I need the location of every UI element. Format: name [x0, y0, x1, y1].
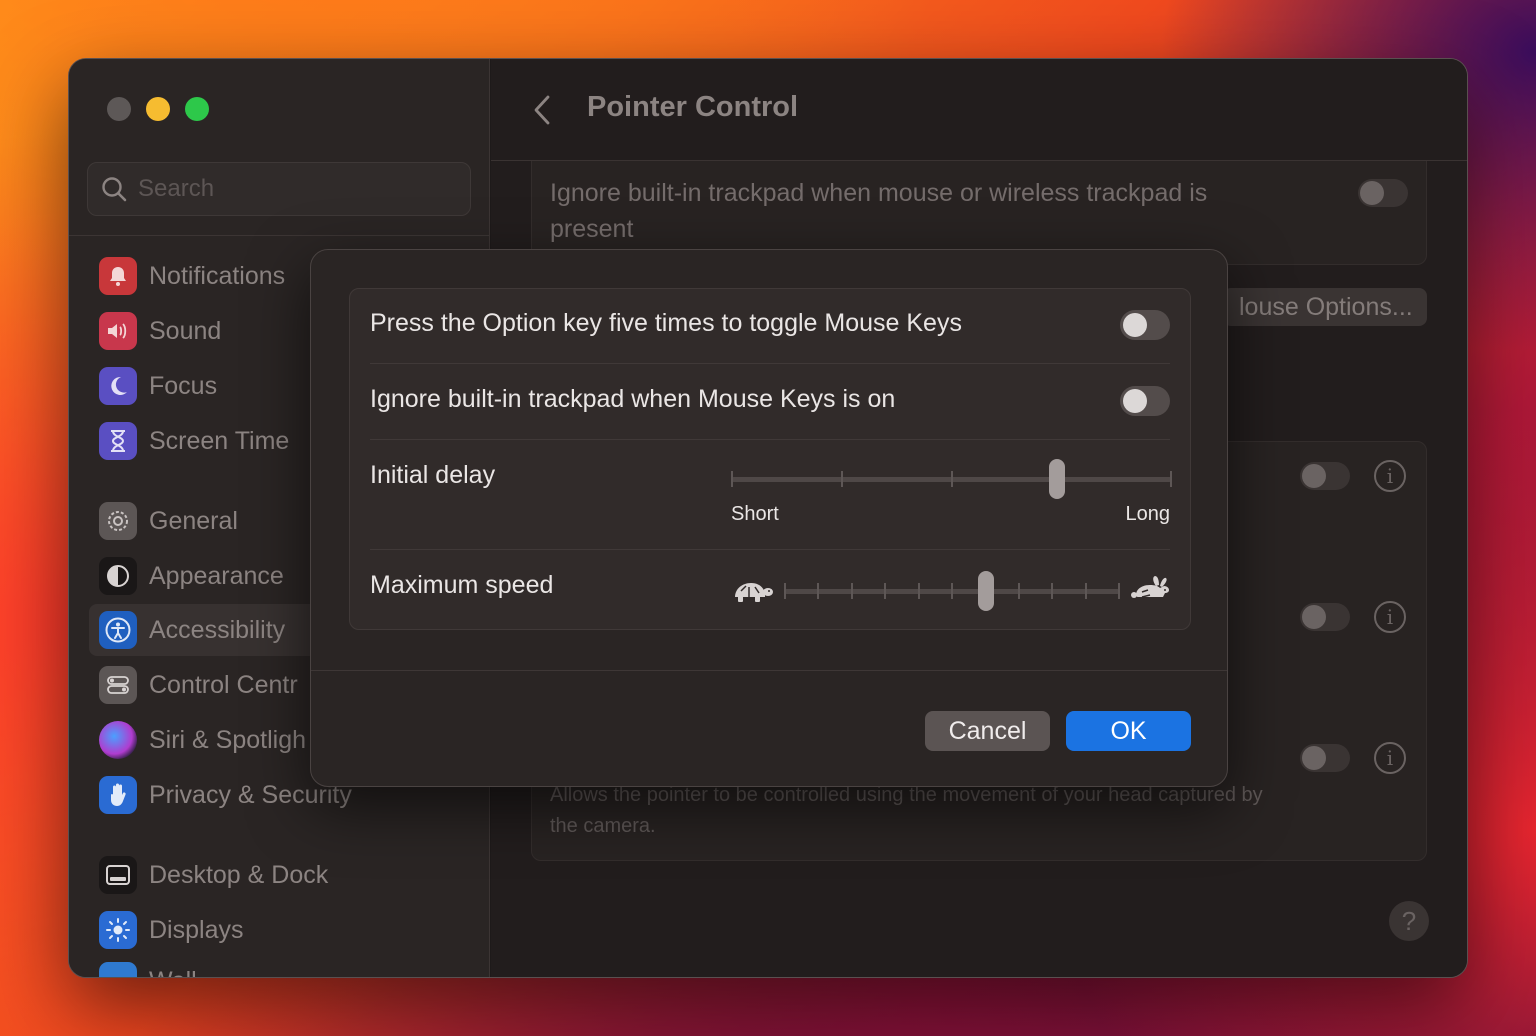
option-toggle-2[interactable] [1300, 603, 1350, 631]
max-speed-label: Maximum speed [370, 571, 554, 599]
sidebar-item-label: Control Centr [149, 670, 298, 699]
slider-tick [951, 583, 953, 599]
gear-icon [99, 502, 137, 540]
sidebar-item-label: Appearance [149, 561, 284, 590]
delay-long-label: Long [1125, 503, 1171, 525]
sidebar-item-label: Notifications [149, 261, 286, 290]
sidebar-item-label: Desktop & Dock [149, 860, 329, 889]
slider-tick [917, 583, 920, 599]
delay-short-label: Short [731, 503, 779, 525]
hand-icon [99, 776, 137, 814]
slider-tick [817, 583, 820, 599]
slider-tick [1084, 583, 1087, 599]
search-box[interactable] [87, 162, 471, 216]
appearance-icon [99, 557, 137, 595]
siri-icon [99, 721, 137, 759]
turtle-icon [735, 583, 773, 602]
sidebar-item-label: Wall [149, 967, 197, 978]
mouse-options-label: louse Options... [1239, 292, 1413, 321]
help-label: ? [1401, 905, 1417, 936]
sidebar-item-label: Siri & Spotligh [149, 725, 307, 754]
initial-delay-label: Initial delay [370, 461, 496, 489]
slider-tick [784, 583, 786, 599]
info-icon[interactable]: i [1374, 601, 1406, 633]
sidebar-divider [69, 235, 490, 236]
traffic-lights [107, 97, 209, 121]
ignore-trackpad-row: Ignore built-in trackpad when Mouse Keys… [370, 385, 1170, 421]
chevron-left-icon[interactable] [531, 93, 553, 127]
sidebar-item-label: General [149, 506, 238, 535]
search-input[interactable] [138, 175, 458, 203]
options-card: Press the Option key five times to toggl… [349, 288, 1191, 630]
row-divider [370, 363, 1170, 364]
option-toggle-1[interactable] [1300, 462, 1350, 490]
page-title: Pointer Control [587, 91, 799, 123]
slider-tick [1051, 583, 1054, 599]
sidebar-item-desktop-dock[interactable]: Desktop & Dock [89, 849, 459, 901]
max-speed-row: Maximum speed [370, 549, 1170, 631]
cancel-button[interactable]: Cancel [925, 711, 1050, 751]
moon-icon [99, 367, 137, 405]
slider-tick [884, 583, 887, 599]
option-key-row: Press the Option key five times to toggl… [370, 309, 1170, 345]
sidebar-item-label: Focus [149, 371, 218, 400]
slider-tick [1170, 471, 1172, 487]
sidebar-item-wallpaper[interactable]: Wall [89, 955, 459, 978]
initial-delay-row: Initial delay Short Long [370, 439, 1172, 549]
slider-thumb[interactable] [977, 571, 994, 611]
sidebar-item-label: Sound [149, 316, 222, 345]
info-icon[interactable]: i [1374, 742, 1406, 774]
rabbit-icon [1131, 576, 1169, 598]
initial-delay-slider[interactable] [731, 459, 1172, 499]
sidebar-item-label: Screen Time [149, 426, 290, 455]
toggles-icon [99, 666, 137, 704]
sun-icon [99, 911, 137, 949]
zoom-button[interactable] [185, 97, 209, 121]
ignore-trackpad-keys-toggle[interactable] [1120, 386, 1170, 416]
info-icon[interactable]: i [1374, 460, 1406, 492]
ok-button[interactable]: OK [1066, 711, 1191, 751]
accessibility-icon [99, 611, 137, 649]
sheet-divider [311, 670, 1227, 671]
ignore-trackpad-toggle[interactable] [1358, 179, 1408, 207]
mouse-options-button[interactable]: louse Options... [1223, 288, 1427, 326]
ignore-trackpad-keys-label: Ignore built-in trackpad when Mouse Keys… [370, 385, 896, 413]
wallpaper-icon [99, 962, 137, 977]
bell-icon [99, 257, 137, 295]
main-header: Pointer Control [491, 59, 1467, 161]
head-pointer-description: Allows the pointer to be controlled usin… [550, 784, 1263, 837]
search-icon [102, 177, 127, 202]
sidebar-item-displays[interactable]: Displays [89, 904, 459, 956]
ignore-trackpad-label: Ignore built-in trackpad when mouse or w… [550, 179, 1208, 243]
dock-icon [99, 856, 137, 894]
slider-tick [950, 471, 953, 487]
option-key-label: Press the Option key five times to toggl… [370, 309, 962, 337]
sidebar-item-label: Accessibility [149, 615, 286, 644]
help-button[interactable]: ? [1389, 901, 1429, 941]
close-button[interactable] [107, 97, 131, 121]
hourglass-icon [99, 422, 137, 460]
option-key-toggle[interactable] [1120, 310, 1170, 340]
minimize-button[interactable] [146, 97, 170, 121]
slider-tick [731, 471, 733, 487]
slider-tick [1017, 583, 1020, 599]
mouse-keys-options-sheet: Press the Option key five times to toggl… [310, 249, 1228, 787]
max-speed-slider[interactable] [784, 571, 1120, 611]
slider-tick [850, 583, 853, 599]
slider-tick [840, 471, 843, 487]
slider-tick [1118, 583, 1120, 599]
sidebar-item-label: Displays [149, 915, 244, 944]
speaker-icon [99, 312, 137, 350]
slider-thumb[interactable] [1049, 459, 1066, 499]
head-pointer-toggle[interactable] [1300, 744, 1350, 772]
